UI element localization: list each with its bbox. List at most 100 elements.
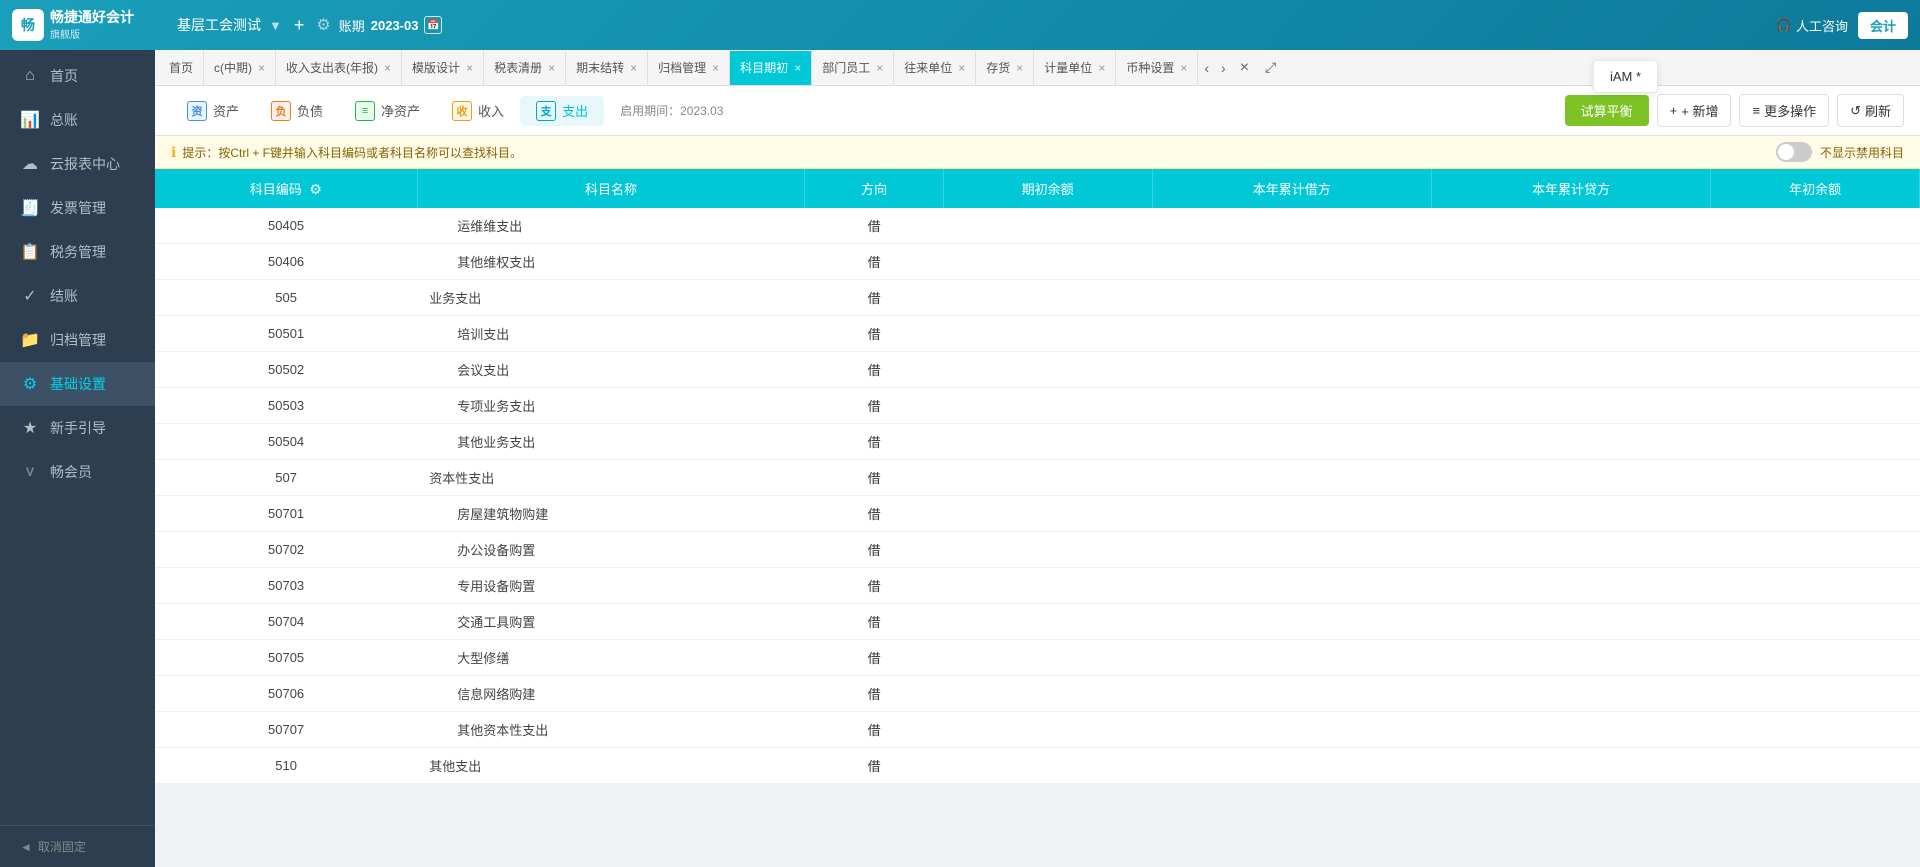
table-row[interactable]: 50701房屋建筑物购建借 bbox=[155, 496, 1920, 532]
tab-close-subject-initial[interactable]: × bbox=[794, 61, 801, 75]
subtab-net[interactable]: ≡ 净资产 bbox=[339, 96, 436, 126]
cell-code: 510 bbox=[155, 748, 417, 784]
account-btn[interactable]: 会计 bbox=[1858, 12, 1908, 39]
cell-year-balance bbox=[1711, 604, 1920, 640]
sidebar-item-settings[interactable]: ⚙ 基础设置 bbox=[0, 362, 155, 406]
subtab-debt[interactable]: 负 负债 bbox=[255, 96, 339, 126]
tab-subject-initial[interactable]: 科目期初 × bbox=[730, 51, 812, 85]
cell-code: 50503 bbox=[155, 388, 417, 424]
cell-direction: 借 bbox=[805, 316, 943, 352]
cell-direction: 借 bbox=[805, 388, 943, 424]
tab-prev-btn[interactable]: ‹ bbox=[1198, 51, 1215, 85]
tab-close-period-end[interactable]: × bbox=[630, 61, 637, 75]
cell-direction: 借 bbox=[805, 532, 943, 568]
tab-expand-btn[interactable]: ⤢ bbox=[1257, 51, 1284, 85]
sidebar-item-tax[interactable]: 📋 税务管理 bbox=[0, 230, 155, 274]
subtab-income[interactable]: 收 收入 bbox=[436, 96, 520, 126]
subtab-asset[interactable]: 资 资产 bbox=[171, 96, 255, 126]
table-row[interactable]: 50706信息网络购建借 bbox=[155, 676, 1920, 712]
tab-dept-staff[interactable]: 部门员工 × bbox=[812, 51, 894, 85]
sidebar-item-home[interactable]: ⌂ 首页 bbox=[0, 54, 155, 98]
cell-balance bbox=[943, 352, 1152, 388]
table-row[interactable]: 505业务支出借 bbox=[155, 280, 1920, 316]
cell-year-balance bbox=[1711, 460, 1920, 496]
table-row[interactable]: 50406其他维权支出借 bbox=[155, 244, 1920, 280]
sidebar-item-member[interactable]: V 畅会员 bbox=[0, 450, 155, 494]
tab-close-inventory[interactable]: × bbox=[1016, 61, 1023, 75]
tab-archive[interactable]: 归档管理 × bbox=[648, 51, 730, 85]
tab-income-report[interactable]: 收入支出表(年报) × bbox=[276, 51, 402, 85]
table-row[interactable]: 50501培训支出借 bbox=[155, 316, 1920, 352]
tab-inventory[interactable]: 存货 × bbox=[976, 51, 1034, 85]
sidebar-item-guide[interactable]: ★ 新手引导 bbox=[0, 406, 155, 450]
subtab-expense[interactable]: 支 支出 bbox=[520, 96, 604, 126]
tab-close-tax-list[interactable]: × bbox=[548, 61, 555, 75]
table-row[interactable]: 50705大型修缮借 bbox=[155, 640, 1920, 676]
cell-year-balance bbox=[1711, 496, 1920, 532]
calendar-icon[interactable]: 📅 bbox=[424, 16, 442, 34]
balance-btn[interactable]: 试算平衡 bbox=[1565, 95, 1649, 126]
tab-close-unit[interactable]: × bbox=[1098, 61, 1105, 75]
cell-debit bbox=[1152, 208, 1431, 244]
tab-close-dept-staff[interactable]: × bbox=[876, 61, 883, 75]
add-company-btn[interactable]: + bbox=[290, 15, 309, 36]
table-row[interactable]: 50702办公设备购置借 bbox=[155, 532, 1920, 568]
tab-tax-list[interactable]: 税表清册 × bbox=[484, 51, 566, 85]
tab-close-currency[interactable]: × bbox=[1180, 61, 1187, 75]
sidebar-item-archive[interactable]: 📁 归档管理 bbox=[0, 318, 155, 362]
col-header-direction: 方向 bbox=[805, 169, 943, 208]
table-row[interactable]: 50707其他资本性支出借 bbox=[155, 712, 1920, 748]
table-row[interactable]: 50502会议支出借 bbox=[155, 352, 1920, 388]
more-btn[interactable]: ≡ 更多操作 bbox=[1739, 94, 1829, 127]
sidebar-item-reports[interactable]: ☁ 云报表中心 bbox=[0, 142, 155, 186]
table-row[interactable]: 507资本性支出借 bbox=[155, 460, 1920, 496]
tab-home[interactable]: 首页 bbox=[159, 51, 204, 85]
cell-year-balance bbox=[1711, 640, 1920, 676]
tab-counterpart[interactable]: 往来单位 × bbox=[894, 51, 976, 85]
cell-debit bbox=[1152, 676, 1431, 712]
tab-mid-period[interactable]: c(中期) × bbox=[204, 51, 276, 85]
tab-close-archive[interactable]: × bbox=[712, 61, 719, 75]
tax-icon: 📋 bbox=[20, 242, 40, 262]
help-btn[interactable]: 🎧 人工咨询 bbox=[1776, 16, 1848, 35]
table-row[interactable]: 50504其他业务支出借 bbox=[155, 424, 1920, 460]
collapse-sidebar-btn[interactable]: ◄ 取消固定 bbox=[0, 825, 155, 867]
sidebar-item-ledger[interactable]: 📊 总账 bbox=[0, 98, 155, 142]
tab-close-template[interactable]: × bbox=[466, 61, 473, 75]
dropdown-icon[interactable]: ▼ bbox=[269, 18, 282, 33]
sidebar-item-invoice[interactable]: 🧾 发票管理 bbox=[0, 186, 155, 230]
cell-name: 交通工具购置 bbox=[417, 604, 805, 640]
tab-currency[interactable]: 币种设置 × bbox=[1116, 51, 1198, 85]
company-name[interactable]: 基层工会测试 bbox=[177, 15, 261, 35]
sidebar-item-close[interactable]: ✓ 结账 bbox=[0, 274, 155, 318]
tab-close-income-report[interactable]: × bbox=[384, 61, 391, 75]
disabled-toggle[interactable] bbox=[1776, 142, 1812, 162]
add-btn[interactable]: + + 新增 bbox=[1657, 94, 1732, 127]
cell-credit bbox=[1431, 460, 1710, 496]
tab-close-mid-period[interactable]: × bbox=[258, 61, 265, 75]
table-row[interactable]: 50405运维维支出借 bbox=[155, 208, 1920, 244]
column-settings-icon[interactable]: ⚙ bbox=[309, 181, 322, 197]
table-container[interactable]: 科目编码 ⚙ 科目名称 方向 期初余额 本年累计借方 本年累计贷方 年初余额 5… bbox=[155, 169, 1920, 867]
table-row[interactable]: 50703专用设备购置借 bbox=[155, 568, 1920, 604]
cell-balance bbox=[943, 496, 1152, 532]
col-header-name: 科目名称 bbox=[417, 169, 805, 208]
table-row[interactable]: 50503专项业务支出借 bbox=[155, 388, 1920, 424]
refresh-btn[interactable]: ↺ 刷新 bbox=[1837, 94, 1904, 127]
table-row[interactable]: 510其他支出借 bbox=[155, 748, 1920, 784]
cell-debit bbox=[1152, 280, 1431, 316]
tab-next-btn[interactable]: › bbox=[1215, 51, 1232, 85]
tab-unit[interactable]: 计量单位 × bbox=[1034, 51, 1116, 85]
cell-code: 50704 bbox=[155, 604, 417, 640]
tab-template[interactable]: 模版设计 × bbox=[402, 51, 484, 85]
cell-direction: 借 bbox=[805, 352, 943, 388]
tab-close-counterpart[interactable]: × bbox=[958, 61, 965, 75]
tab-period-end[interactable]: 期末结转 × bbox=[566, 51, 648, 85]
settings-icon[interactable]: ⚙ bbox=[316, 15, 330, 35]
cell-year-balance bbox=[1711, 676, 1920, 712]
cell-debit bbox=[1152, 460, 1431, 496]
cell-year-balance bbox=[1711, 208, 1920, 244]
cell-code: 50502 bbox=[155, 352, 417, 388]
tab-close-all-btn[interactable]: × bbox=[1232, 51, 1257, 85]
table-row[interactable]: 50704交通工具购置借 bbox=[155, 604, 1920, 640]
